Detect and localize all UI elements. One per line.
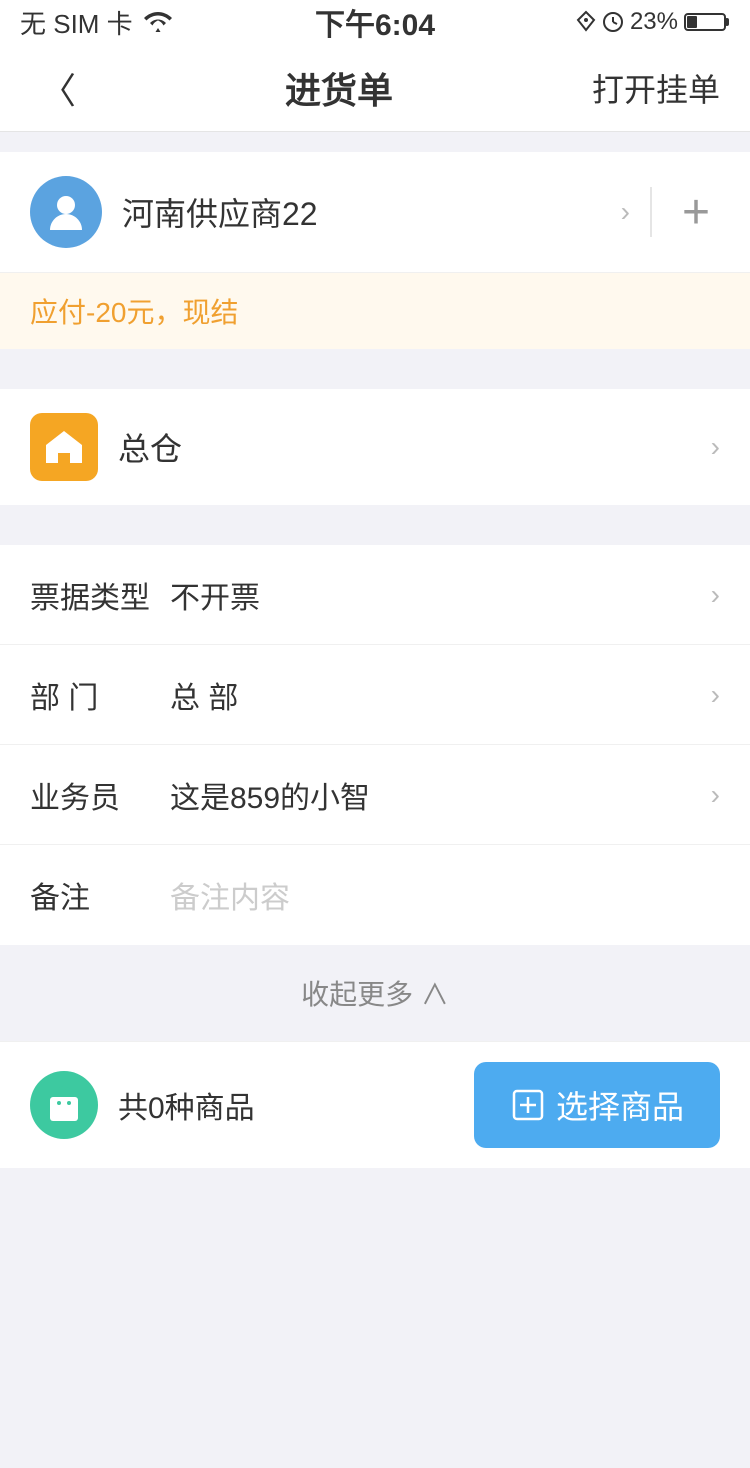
department-chevron-icon: › — [711, 679, 720, 711]
wifi-icon — [141, 10, 175, 34]
open-pending-button[interactable]: 打开挂单 — [592, 65, 720, 111]
select-product-button[interactable]: 选择商品 — [474, 1062, 720, 1148]
warehouse-row[interactable]: 总仓 › — [0, 389, 750, 505]
shopping-bag-icon — [42, 1083, 86, 1127]
select-product-icon — [510, 1087, 546, 1123]
section-gap-1 — [0, 132, 750, 152]
invoice-chevron-icon: › — [711, 579, 720, 611]
salesperson-label: 业务员 — [30, 773, 170, 817]
invoice-type-value: 不开票 — [170, 573, 701, 617]
supplier-name: 河南供应商22 — [122, 189, 611, 235]
remark-row[interactable]: 备注 备注内容 — [0, 845, 750, 945]
department-label: 部 门 — [30, 673, 170, 717]
invoice-type-row[interactable]: 票据类型 不开票 › — [0, 545, 750, 645]
supplier-avatar — [30, 176, 102, 248]
supplier-chevron-icon: › — [621, 196, 630, 228]
page-title: 进货单 — [285, 62, 393, 114]
collapse-button[interactable]: 收起更多 ∧ — [0, 945, 750, 1041]
status-time: 下午6:04 — [315, 0, 435, 44]
section-gap-2 — [0, 349, 750, 369]
person-icon — [42, 188, 90, 236]
warehouse-card: 总仓 › — [0, 389, 750, 505]
location-icon — [576, 10, 596, 34]
supplier-card: 河南供应商22 › + 应付-20元，现结 — [0, 152, 750, 349]
bottom-bar: 共0种商品 选择商品 — [0, 1041, 750, 1168]
remark-label: 备注 — [30, 873, 170, 917]
divider — [650, 187, 652, 237]
warehouse-chevron-icon: › — [711, 431, 720, 463]
house-icon — [42, 425, 86, 469]
battery-icon — [684, 11, 730, 33]
warehouse-icon-wrap — [30, 413, 98, 481]
remark-placeholder: 备注内容 — [170, 873, 720, 917]
department-value: 总 部 — [170, 673, 701, 717]
add-supplier-button[interactable]: + — [672, 185, 720, 240]
nav-bar: 〈 进货单 打开挂单 — [0, 44, 750, 132]
back-button[interactable]: 〈 — [30, 52, 86, 124]
invoice-type-label: 票据类型 — [30, 573, 170, 617]
warehouse-name: 总仓 — [118, 424, 701, 470]
product-icon-wrap — [30, 1071, 98, 1139]
supplier-row[interactable]: 河南供应商22 › + — [0, 152, 750, 273]
status-right: 23% — [576, 8, 730, 36]
status-left: 无 SIM 卡 — [20, 4, 175, 41]
bottom-fill — [0, 1168, 750, 1468]
salesperson-row[interactable]: 业务员 这是859的小智 › — [0, 745, 750, 845]
form-section: 票据类型 不开票 › 部 门 总 部 › 业务员 这是859的小智 › 备注 备… — [0, 545, 750, 945]
clock-icon — [602, 11, 624, 33]
product-count-label: 共0种商品 — [118, 1083, 474, 1127]
salesperson-chevron-icon: › — [711, 779, 720, 811]
notice-text: 应付-20元，现结 — [30, 297, 238, 328]
battery-label: 23% — [630, 8, 678, 36]
select-product-label: 选择商品 — [556, 1082, 684, 1128]
salesperson-value: 这是859的小智 — [170, 773, 701, 817]
collapse-label: 收起更多 ∧ — [301, 973, 449, 1013]
section-gap-3 — [0, 505, 750, 525]
notice-banner: 应付-20元，现结 — [0, 273, 750, 349]
department-row[interactable]: 部 门 总 部 › — [0, 645, 750, 745]
carrier-label: 无 SIM 卡 — [20, 4, 133, 41]
status-bar: 无 SIM 卡 下午6:04 23% — [0, 0, 750, 44]
